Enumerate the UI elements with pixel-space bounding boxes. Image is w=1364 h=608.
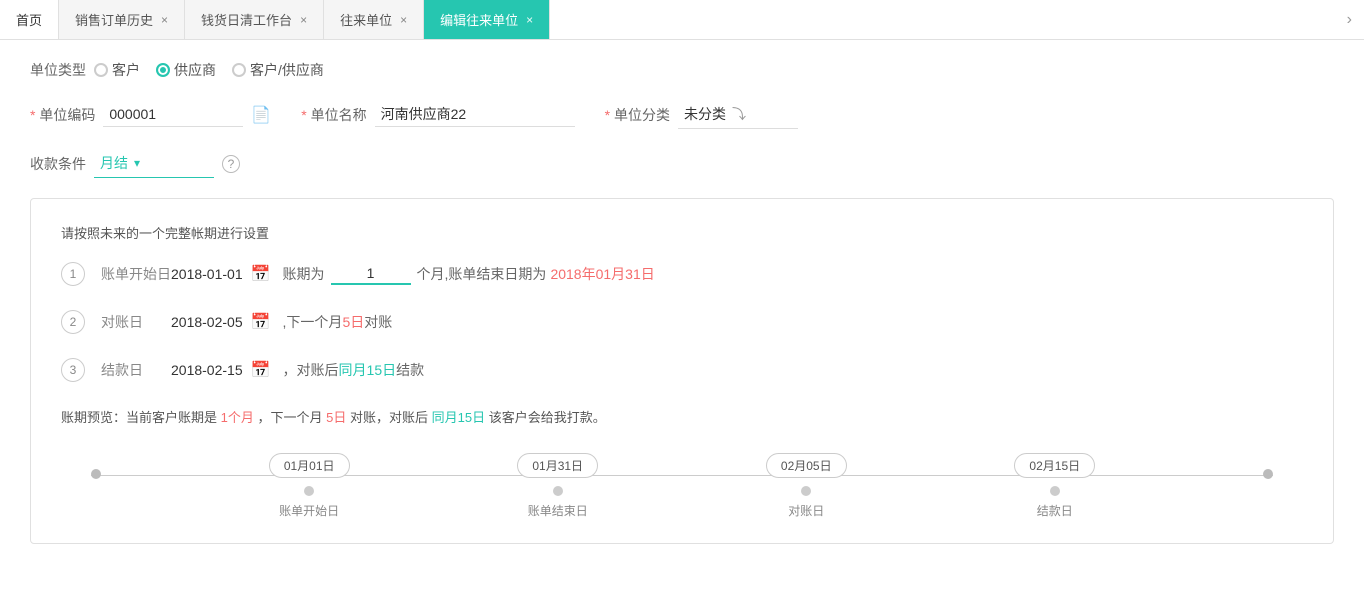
- timeline-point-1: 01月01日 账单开始日: [269, 453, 350, 519]
- timeline-dot-2: [553, 486, 563, 496]
- unit-code-input[interactable]: [103, 102, 243, 127]
- unit-code-label: 单位编码: [30, 105, 95, 125]
- timeline-dot-3: [801, 486, 811, 496]
- code-name-row: 单位编码 📄 单位名称 单位分类 未分类 ⤵: [30, 100, 1334, 129]
- step-2-desc-prefix: ,下一个月: [283, 312, 343, 332]
- period-prefix: 账期为: [283, 264, 325, 284]
- timeline-label-2: 01月31日: [517, 453, 598, 478]
- close-edit-partner[interactable]: ×: [526, 13, 533, 27]
- tab-home[interactable]: 首页: [0, 0, 59, 39]
- timeline-sublabel-1: 账单开始日: [279, 502, 339, 519]
- radio-circle-customer: [94, 63, 108, 77]
- period-suffix: 个月,账单结束日期为: [417, 264, 547, 284]
- timeline-right-end: [1263, 469, 1273, 479]
- step-2-label: 对账日: [101, 312, 171, 332]
- timeline-point-2: 01月31日 账单结束日: [517, 453, 598, 519]
- unit-type-label: 单位类型: [30, 60, 86, 80]
- timeline-dot-1: [304, 486, 314, 496]
- timeline-point-4: 02月15日 结款日: [1014, 453, 1095, 519]
- timeline-left-end: [91, 469, 101, 479]
- period-input[interactable]: [331, 263, 411, 285]
- timeline-label-1: 01月01日: [269, 453, 350, 478]
- step-3-num: 3: [61, 358, 85, 382]
- timeline-left-dot: [91, 469, 101, 479]
- timeline-point-3: 02月05日 对账日: [766, 453, 847, 519]
- step-2-row: 2 对账日 2018-02-05 📅 ,下一个月 5日 对账: [61, 310, 1303, 334]
- tab-more-button[interactable]: ›: [1335, 11, 1364, 29]
- close-sales-history[interactable]: ×: [161, 13, 168, 27]
- timeline-sublabel-4: 结款日: [1037, 502, 1073, 519]
- tab-partners[interactable]: 往来单位 ×: [324, 0, 424, 39]
- preview-text: 账期预览：当前客户账期是 1个月 ，下一个月 5日 对账，对账后 同月15日 该…: [61, 406, 1303, 429]
- payment-terms-select[interactable]: 月结 ▾: [94, 149, 214, 178]
- timeline-container: 01月01日 账单开始日 01月31日 账单结束日 02月05日 对账日: [61, 453, 1303, 519]
- radio-supplier[interactable]: 供应商: [156, 60, 216, 80]
- unit-category-label: 单位分类: [605, 105, 670, 125]
- unit-category-field: 单位分类 未分类 ⤵: [605, 100, 798, 129]
- step-3-highlight: 同月15日: [339, 360, 397, 380]
- timeline-sublabel-3: 对账日: [788, 502, 824, 519]
- timeline-label-3: 02月05日: [766, 453, 847, 478]
- unit-code-icon[interactable]: 📄: [251, 105, 271, 125]
- timeline-label-4: 02月15日: [1014, 453, 1095, 478]
- step-3-row: 3 结款日 2018-02-15 📅 ，对账后 同月15日 结款: [61, 358, 1303, 382]
- category-chevron-icon: ⤵: [732, 104, 746, 124]
- tab-edit-partner[interactable]: 编辑往来单位 ×: [424, 0, 550, 39]
- timeline-dot-4: [1050, 486, 1060, 496]
- payment-terms-row: 收款条件 月结 ▾ ?: [30, 149, 1334, 178]
- card-instruction: 请按照未来的一个完整帐期进行设置: [61, 223, 1303, 242]
- step-1-calendar-icon[interactable]: 📅: [251, 264, 271, 284]
- step-2-desc-suffix: 对账: [364, 312, 392, 332]
- unit-type-row: 单位类型 客户 供应商 客户/供应商: [30, 60, 1334, 80]
- unit-type-field: 单位类型 客户 供应商 客户/供应商: [30, 60, 324, 80]
- payment-terms-chevron-icon: ▾: [134, 156, 140, 170]
- step-1-num: 1: [61, 262, 85, 286]
- tab-bar: 首页 销售订单历史 × 钱货日清工作台 × 往来单位 × 编辑往来单位 × ›: [0, 0, 1364, 40]
- unit-name-field: 单位名称: [301, 102, 574, 127]
- radio-customer[interactable]: 客户: [94, 60, 140, 80]
- content-area: 单位类型 客户 供应商 客户/供应商 单位编码 📄: [0, 40, 1364, 608]
- timeline-sublabel-2: 账单结束日: [528, 502, 588, 519]
- step-2-highlight: 5日: [342, 312, 364, 332]
- unit-type-radio-group: 客户 供应商 客户/供应商: [94, 60, 324, 80]
- close-cash-work[interactable]: ×: [300, 13, 307, 27]
- radio-circle-both: [232, 63, 246, 77]
- step-2-date: 2018-02-05: [171, 314, 243, 330]
- help-icon[interactable]: ?: [222, 155, 240, 173]
- step-2-calendar-icon[interactable]: 📅: [251, 312, 271, 332]
- step-2-num: 2: [61, 310, 85, 334]
- step-3-desc-prefix: ，对账后: [283, 360, 339, 380]
- step-3-date: 2018-02-15: [171, 362, 243, 378]
- step-3-label: 结款日: [101, 360, 171, 380]
- tab-cash-work[interactable]: 钱货日清工作台 ×: [185, 0, 324, 39]
- timeline-right-dot: [1263, 469, 1273, 479]
- tab-sales-history[interactable]: 销售订单历史 ×: [59, 0, 185, 39]
- close-partners[interactable]: ×: [400, 13, 407, 27]
- radio-both[interactable]: 客户/供应商: [232, 60, 324, 80]
- settings-card: 请按照未来的一个完整帐期进行设置 1 账单开始日 2018-01-01 📅 账期…: [30, 198, 1334, 544]
- step-1-label: 账单开始日: [101, 264, 171, 284]
- unit-name-label: 单位名称: [301, 105, 366, 125]
- payment-terms-label: 收款条件: [30, 154, 86, 174]
- step-1-row: 1 账单开始日 2018-01-01 📅 账期为 个月,账单结束日期为 2018…: [61, 262, 1303, 286]
- step-1-date: 2018-01-01: [171, 266, 243, 282]
- radio-circle-supplier: [156, 63, 170, 77]
- timeline-points: 01月01日 账单开始日 01月31日 账单结束日 02月05日 对账日: [91, 453, 1273, 519]
- step-3-desc-suffix: 结款: [396, 360, 424, 380]
- unit-name-input[interactable]: [375, 102, 575, 127]
- period-end-date: 2018年01月31日: [550, 264, 654, 284]
- step-3-calendar-icon[interactable]: 📅: [251, 360, 271, 380]
- payment-terms-field: 收款条件 月结 ▾ ?: [30, 149, 240, 178]
- unit-code-field: 单位编码 📄: [30, 102, 271, 127]
- unit-category-select[interactable]: 未分类 ⤵: [678, 100, 798, 129]
